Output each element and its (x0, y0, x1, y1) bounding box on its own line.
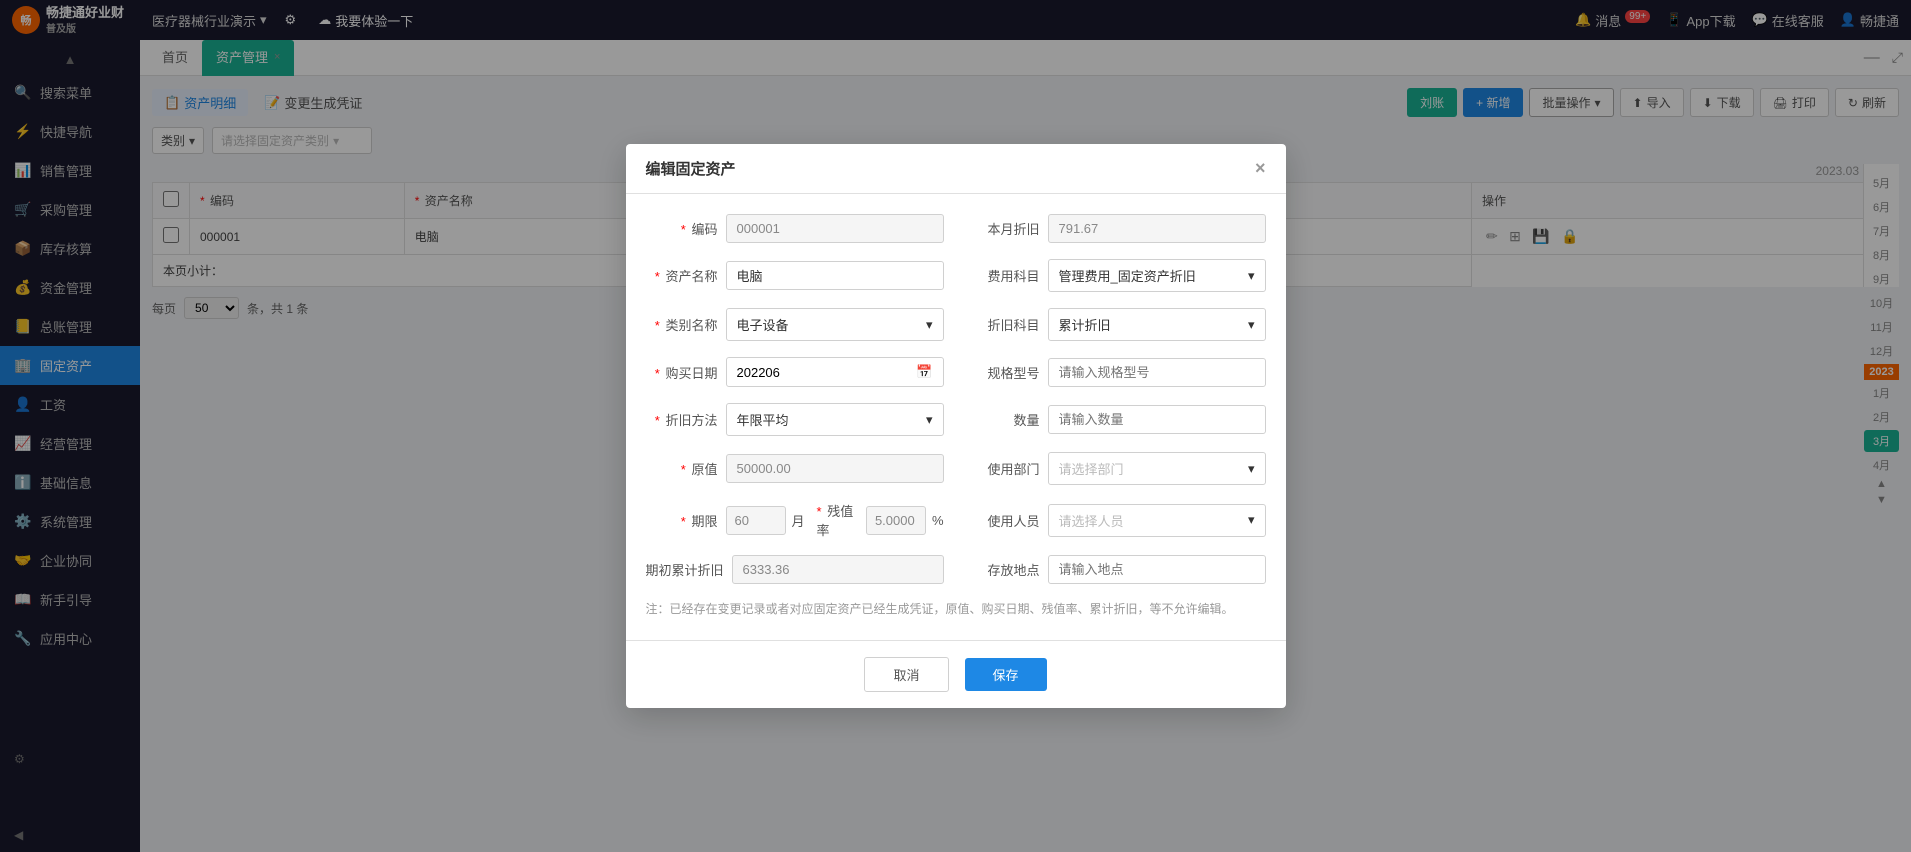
modal-footer: 取消 保存 (626, 640, 1286, 708)
modal-overlay: 编辑固定资产 × * 编码 本月折旧 (0, 0, 1911, 852)
quantity-input[interactable] (1048, 405, 1266, 434)
field-purchase-date: * 购买日期 📅 (646, 357, 944, 387)
field-quantity: 数量 (968, 403, 1266, 436)
expense-subject-select[interactable]: 管理费用_固定资产折旧 ▾ (1048, 259, 1266, 292)
location-label: 存放地点 (968, 560, 1040, 579)
modal-note: 注：已经存在变更记录或者对应固定资产已经生成凭证，原值、购买日期、残值率、累计折… (646, 600, 1266, 619)
category-select[interactable]: 电子设备 ▾ (726, 308, 944, 341)
dep-subject-chevron-icon: ▾ (1248, 317, 1255, 333)
field-original-value: * 原值 (646, 452, 944, 485)
category-label: * 类别名称 (646, 315, 718, 334)
field-dep-subject: 折旧科目 累计折旧 ▾ (968, 308, 1266, 341)
spec-input[interactable] (1048, 358, 1266, 387)
asset-name-input[interactable] (726, 261, 944, 290)
person-select[interactable]: 请选择人员 ▾ (1048, 504, 1266, 537)
field-spec: 规格型号 (968, 357, 1266, 387)
initial-dep-input (732, 555, 944, 584)
category-chevron-icon: ▾ (926, 317, 933, 333)
field-period-residual: * 期限 月 * 残值率 % (646, 501, 944, 539)
expense-subject-label: 费用科目 (968, 266, 1040, 285)
dep-subject-value: 累计折旧 (1059, 315, 1111, 334)
modal-close-btn[interactable]: × (1255, 158, 1266, 179)
expense-subject-chevron-icon: ▾ (1248, 268, 1255, 284)
residual-rate-input (866, 506, 926, 535)
field-monthly-dep: 本月折旧 (968, 214, 1266, 243)
code-label: * 编码 (646, 219, 718, 238)
field-person: 使用人员 请选择人员 ▾ (968, 501, 1266, 539)
save-button[interactable]: 保存 (965, 658, 1047, 691)
dep-subject-label: 折旧科目 (968, 315, 1040, 334)
form-grid: * 编码 本月折旧 * 资产名称 (646, 214, 1266, 584)
asset-name-label: * 资产名称 (646, 266, 718, 285)
purchase-date-input-wrap[interactable]: 📅 (726, 357, 944, 387)
dep-method-label: * 折旧方法 (646, 410, 718, 429)
field-dep-method: * 折旧方法 年限平均 ▾ (646, 403, 944, 436)
calendar-icon[interactable]: 📅 (916, 364, 932, 380)
purchase-date-input[interactable] (737, 365, 917, 380)
category-value: 电子设备 (737, 315, 789, 334)
expense-subject-value: 管理费用_固定资产折旧 (1059, 266, 1196, 285)
code-input[interactable] (726, 214, 944, 243)
person-placeholder: 请选择人员 (1059, 511, 1124, 530)
residual-unit-label: % (932, 513, 944, 528)
dept-label: 使用部门 (968, 459, 1040, 478)
dep-method-select[interactable]: 年限平均 ▾ (726, 403, 944, 436)
monthly-dep-input (1048, 214, 1266, 243)
field-code: * 编码 (646, 214, 944, 243)
field-location: 存放地点 (968, 555, 1266, 584)
purchase-date-label: * 购买日期 (646, 363, 718, 382)
person-label: 使用人员 (968, 511, 1040, 530)
modal-title: 编辑固定资产 (646, 158, 736, 179)
period-group: 月 * 残值率 % (726, 501, 944, 539)
location-input[interactable] (1048, 555, 1266, 584)
modal-header: 编辑固定资产 × (626, 144, 1286, 194)
original-value-input (726, 454, 944, 483)
field-dept: 使用部门 请选择部门 ▾ (968, 452, 1266, 485)
original-value-label: * 原值 (646, 459, 718, 478)
person-chevron-icon: ▾ (1248, 512, 1255, 528)
cancel-button[interactable]: 取消 (864, 657, 948, 692)
field-expense-subject: 费用科目 管理费用_固定资产折旧 ▾ (968, 259, 1266, 292)
modal-body: * 编码 本月折旧 * 资产名称 (626, 194, 1286, 639)
period-input (726, 506, 786, 535)
dep-method-chevron-icon: ▾ (926, 412, 933, 428)
dept-chevron-icon: ▾ (1248, 461, 1255, 477)
dep-subject-select[interactable]: 累计折旧 ▾ (1048, 308, 1266, 341)
field-category: * 类别名称 电子设备 ▾ (646, 308, 944, 341)
residual-rate-label: * 残值率 (817, 501, 860, 539)
spec-label: 规格型号 (968, 363, 1040, 382)
field-asset-name: * 资产名称 (646, 259, 944, 292)
initial-dep-label: 期初累计折旧 (646, 560, 724, 579)
edit-asset-modal: 编辑固定资产 × * 编码 本月折旧 (626, 144, 1286, 707)
period-unit-label: 月 (792, 511, 805, 530)
dept-select[interactable]: 请选择部门 ▾ (1048, 452, 1266, 485)
monthly-dep-label: 本月折旧 (968, 219, 1040, 238)
dept-placeholder: 请选择部门 (1059, 459, 1124, 478)
dep-method-value: 年限平均 (737, 410, 789, 429)
quantity-label: 数量 (968, 410, 1040, 429)
field-initial-dep: 期初累计折旧 (646, 555, 944, 584)
period-label: * 期限 (646, 511, 718, 530)
